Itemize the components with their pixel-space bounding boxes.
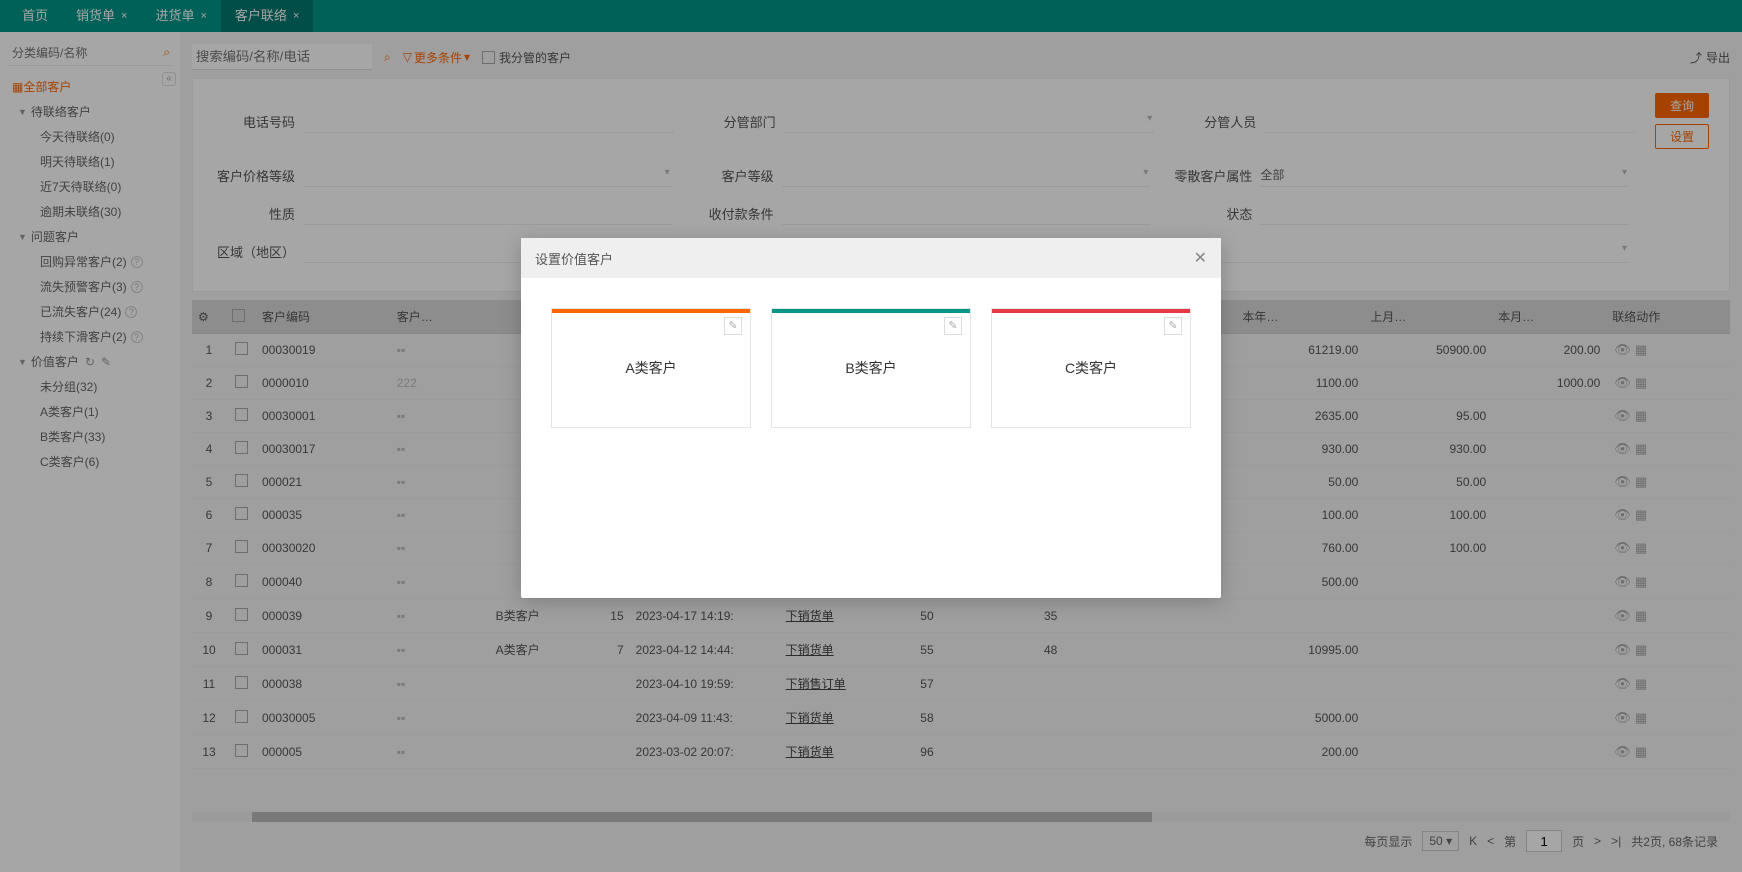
edit-icon[interactable]: ✎ (944, 317, 962, 335)
close-icon[interactable]: ✕ (1194, 248, 1207, 268)
card-class-c[interactable]: ✎C类客户 (991, 308, 1191, 428)
modal-title: 设置价值客户 (535, 249, 613, 268)
value-customer-modal: 设置价值客户 ✕ ✎A类客户 ✎B类客户 ✎C类客户 (521, 238, 1221, 598)
card-class-b[interactable]: ✎B类客户 (771, 308, 971, 428)
card-class-a[interactable]: ✎A类客户 (551, 308, 751, 428)
edit-icon[interactable]: ✎ (1164, 317, 1182, 335)
edit-icon[interactable]: ✎ (724, 317, 742, 335)
